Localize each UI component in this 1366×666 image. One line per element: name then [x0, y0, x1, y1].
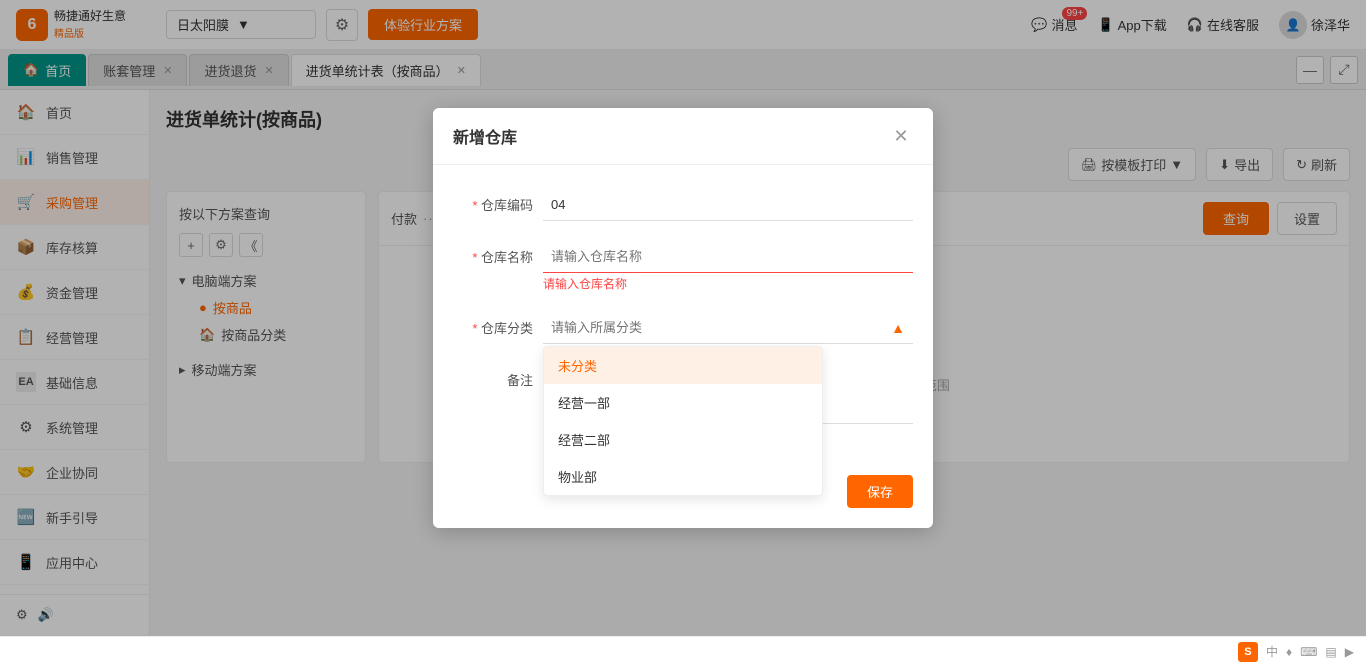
dropdown-item-3[interactable]: 物业部 [544, 458, 822, 495]
category-field-row: 仓库分类 ▲ 未分类 经营一部 经营二部 物业部 [453, 312, 913, 344]
dropdown-item-0[interactable]: 未分类 [544, 347, 822, 384]
status-icons: S 中 ♦ ⌨ ▤ ▶ [1238, 642, 1354, 662]
modal-title: 新增仓库 [453, 124, 517, 148]
grid-icon[interactable]: ▤ [1325, 645, 1336, 659]
name-error-msg: 请输入仓库名称 [543, 275, 913, 292]
modal-close-button[interactable]: ✕ [889, 124, 913, 148]
code-field-row: 仓库编码 [453, 189, 913, 221]
category-control: ▲ 未分类 经营一部 经营二部 物业部 [543, 312, 913, 344]
name-input[interactable] [543, 241, 913, 273]
name-label: 仓库名称 [453, 241, 533, 266]
dot-icon: ♦ [1286, 645, 1292, 659]
name-field-row: 仓库名称 请输入仓库名称 [453, 241, 913, 292]
dropdown-item-2[interactable]: 经营二部 [544, 421, 822, 458]
category-dropdown: 未分类 经营一部 经营二部 物业部 [543, 346, 823, 496]
code-input[interactable] [543, 189, 913, 221]
category-select-wrap: ▲ [543, 312, 913, 344]
modal-header: 新增仓库 ✕ [433, 108, 933, 165]
play-icon[interactable]: ▶ [1345, 645, 1354, 659]
keyboard-icon[interactable]: ⌨ [1300, 645, 1317, 659]
code-control [543, 189, 913, 221]
category-input[interactable] [543, 312, 913, 344]
modal-body: 仓库编码 仓库名称 请输入仓库名称 仓库分类 ▲ 未分类 [433, 165, 933, 463]
category-arrow-icon[interactable]: ▲ [891, 320, 905, 336]
category-label: 仓库分类 [453, 312, 533, 337]
lang-icon[interactable]: 中 [1266, 643, 1278, 660]
name-control: 请输入仓库名称 [543, 241, 913, 292]
note-label: 备注 [453, 364, 533, 389]
new-warehouse-modal: 新增仓库 ✕ 仓库编码 仓库名称 请输入仓库名称 仓库分类 ▲ [433, 108, 933, 528]
s-logo: S [1238, 642, 1258, 662]
dropdown-item-1[interactable]: 经营一部 [544, 384, 822, 421]
status-bar: S 中 ♦ ⌨ ▤ ▶ [0, 636, 1366, 666]
code-label: 仓库编码 [453, 189, 533, 214]
save-button[interactable]: 保存 [847, 475, 913, 508]
